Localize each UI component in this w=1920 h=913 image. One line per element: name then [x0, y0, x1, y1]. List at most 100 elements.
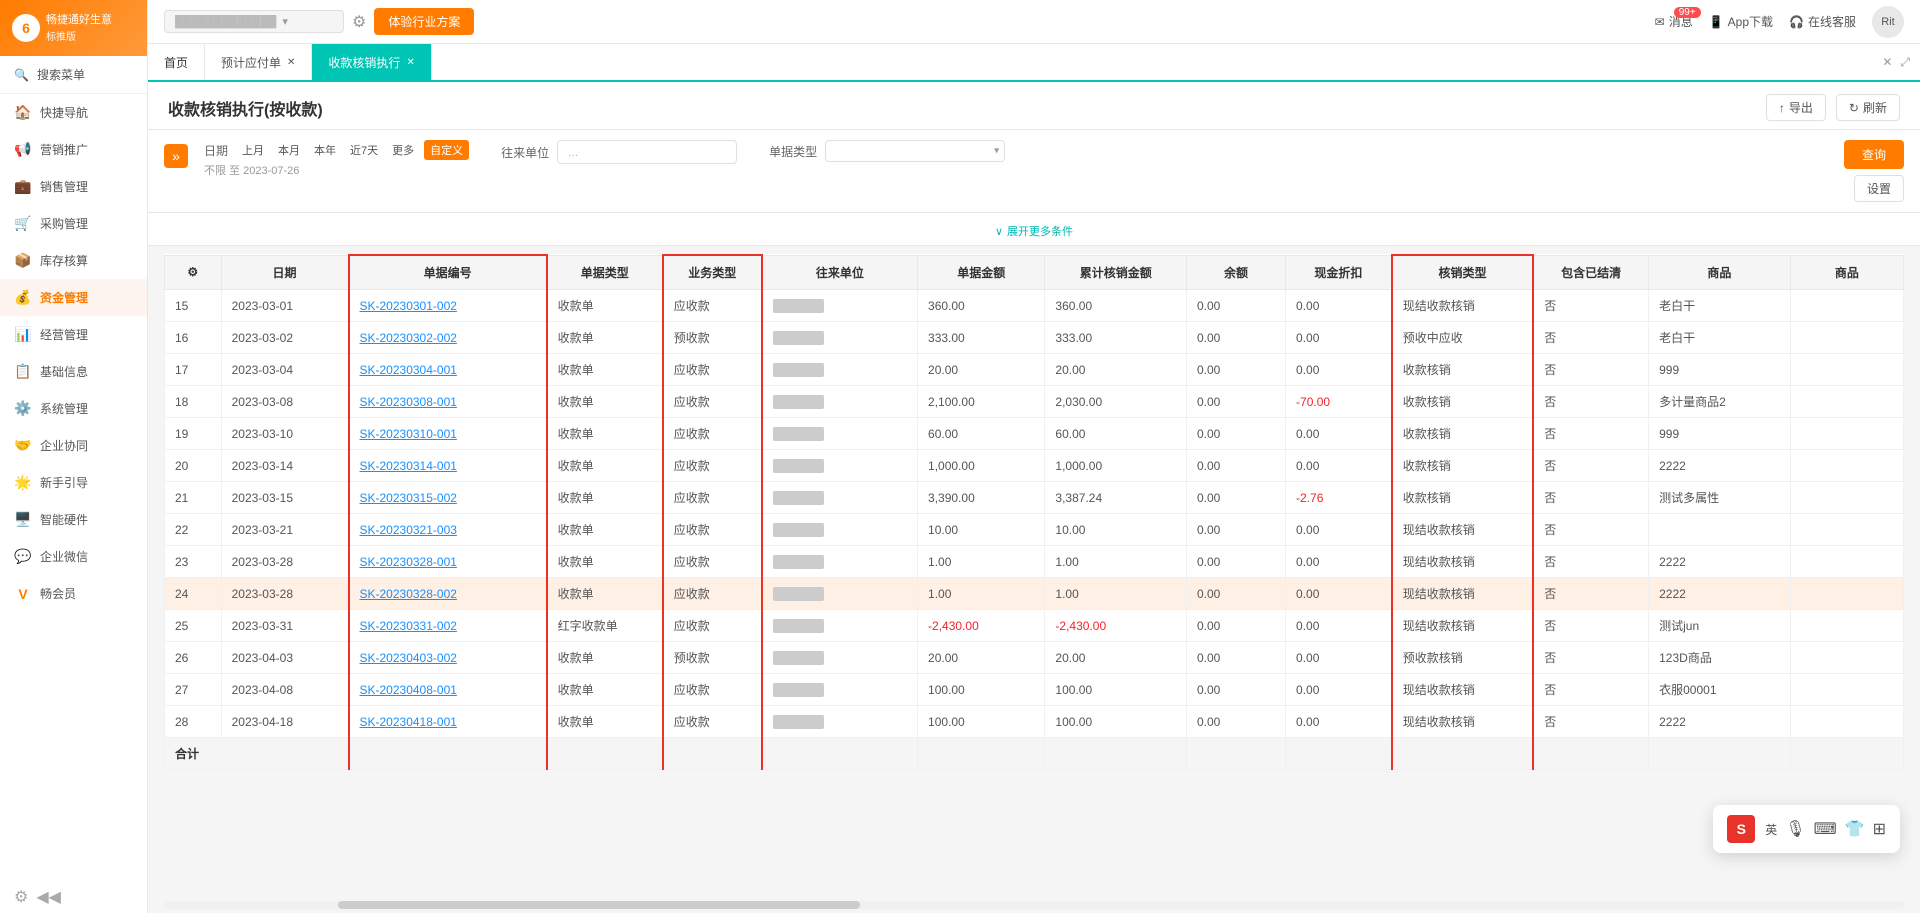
col-doc-no: 单据编号 [349, 255, 547, 290]
sidebar-item-vip[interactable]: V 畅会员 [0, 575, 147, 612]
doc-no-link[interactable]: SK-20230418-001 [360, 715, 457, 729]
sidebar-item-purchase[interactable]: 🛒 采购管理 [0, 205, 147, 242]
tool-grid-icon[interactable]: ⊞ [1873, 819, 1886, 839]
doc-no-link[interactable]: SK-20230302-002 [360, 331, 457, 345]
cell-doc-type: 收款单 [547, 546, 663, 578]
tab-close-icon[interactable]: ✕ [406, 57, 414, 68]
sidebar-search[interactable]: 🔍 搜索菜单 [0, 56, 147, 94]
cell-biz-type: 应收款 [663, 290, 762, 322]
cell-doc-no: SK-20230315-002 [349, 482, 547, 514]
filter-toggle-btn[interactable]: » [164, 144, 188, 168]
user-avatar[interactable]: Rit [1872, 6, 1904, 38]
date-this-year-btn[interactable]: 本年 [310, 140, 340, 160]
doctype-label: 单据类型 [769, 143, 817, 160]
sidebar-item-system[interactable]: ⚙️ 系统管理 [0, 390, 147, 427]
table-summary-row: 合计 [165, 738, 1904, 770]
chevron-down-icon: ▾ [282, 15, 288, 28]
export-btn[interactable]: ↑ 导出 [1766, 94, 1826, 121]
cell-include-settled: 否 [1533, 610, 1648, 642]
date-this-month-btn[interactable]: 本月 [274, 140, 304, 160]
cell-no: 17 [165, 354, 222, 386]
cell-cancel-type: 现结收款核销 [1392, 514, 1534, 546]
cell-doc-no: SK-20230314-001 [349, 450, 547, 482]
cell-goods2 [1790, 418, 1903, 450]
doc-no-link[interactable]: SK-20230408-001 [360, 683, 457, 697]
doc-no-link[interactable]: SK-20230403-002 [360, 651, 457, 665]
sidebar-item-finance[interactable]: 💰 资金管理 [0, 279, 147, 316]
summary-spacer [349, 738, 547, 770]
refresh-btn[interactable]: ↻ 刷新 [1836, 94, 1900, 121]
cell-goods2 [1790, 450, 1903, 482]
doc-no-link[interactable]: SK-20230328-002 [360, 587, 457, 601]
settings-btn[interactable]: 设置 [1854, 175, 1904, 202]
summary-spacer12 [1790, 738, 1903, 770]
date-7days-btn[interactable]: 近7天 [346, 140, 382, 160]
date-more-btn[interactable]: 更多 [388, 140, 418, 160]
doc-no-link[interactable]: SK-20230301-002 [360, 299, 457, 313]
gear-icon[interactable]: ⚙ [352, 12, 366, 32]
sales-icon: 💼 [14, 178, 32, 195]
tool-keyboard-icon[interactable]: ⌨ [1814, 819, 1837, 839]
expand-btn[interactable]: ∨ 展开更多条件 [995, 219, 1073, 239]
scrollbar-thumb[interactable] [338, 901, 860, 909]
expand-icon[interactable]: ⤢ [1900, 55, 1910, 70]
col-settings[interactable]: ⚙ [165, 255, 222, 290]
app-download-btn[interactable]: 📱 App下载 [1709, 13, 1773, 30]
summary-spacer9 [1392, 738, 1534, 770]
sidebar-item-wechat[interactable]: 💬 企业微信 [0, 538, 147, 575]
partner-input[interactable]: ... [557, 140, 737, 164]
sidebar-item-quick[interactable]: 🏠 快捷导航 [0, 94, 147, 131]
sidebar-item-operation[interactable]: 📊 经营管理 [0, 316, 147, 353]
cell-doc-no: SK-20230408-001 [349, 674, 547, 706]
doc-no-link[interactable]: SK-20230314-001 [360, 459, 457, 473]
doctype-select[interactable] [825, 140, 1005, 162]
sidebar-item-hardware[interactable]: 🖥️ 智能硬件 [0, 501, 147, 538]
tool-text-icon[interactable]: 英 [1765, 821, 1777, 838]
tab-receipt-cancel[interactable]: 收款核销执行 ✕ [312, 44, 431, 80]
cell-cancel-type: 收款核销 [1392, 450, 1534, 482]
cell-goods2 [1790, 546, 1903, 578]
h-scrollbar[interactable] [164, 901, 1904, 909]
date-prev-month-btn[interactable]: 上月 [238, 140, 268, 160]
settings-icon[interactable]: ⚙ [14, 887, 28, 907]
cell-goods2 [1790, 642, 1903, 674]
cell-date: 2023-04-18 [221, 706, 348, 738]
query-btn[interactable]: 查询 [1844, 140, 1904, 169]
collapse-icon[interactable]: ◀◀ [36, 887, 61, 907]
message-btn[interactable]: ✉ 消息 99+ [1655, 13, 1693, 30]
close-all-icon[interactable]: ✕ [1882, 55, 1892, 69]
tool-shirt-icon[interactable]: 👕 [1845, 819, 1865, 839]
tab-home[interactable]: 首页 [148, 44, 205, 80]
doc-no-link[interactable]: SK-20230310-001 [360, 427, 457, 441]
cell-balance: 0.00 [1186, 450, 1285, 482]
sidebar-item-enterprise[interactable]: 🤝 企业协同 [0, 427, 147, 464]
cell-cancel-type: 收款核销 [1392, 482, 1534, 514]
doc-no-link[interactable]: SK-20230328-001 [360, 555, 457, 569]
tab-close-icon[interactable]: ✕ [287, 57, 295, 68]
tool-mic-icon[interactable]: 🎙 [1785, 819, 1805, 839]
cell-partner: ██████ [762, 418, 918, 450]
cell-include-settled: 否 [1533, 546, 1648, 578]
sidebar-item-marketing[interactable]: 📢 营销推广 [0, 131, 147, 168]
cell-partner: ██████ [762, 642, 918, 674]
sidebar-item-inventory[interactable]: 📦 库存核算 [0, 242, 147, 279]
doc-no-link[interactable]: SK-20230308-001 [360, 395, 457, 409]
summary-spacer4 [762, 738, 918, 770]
date-custom-btn[interactable]: 自定义 [424, 140, 469, 160]
cell-amount: 20.00 [918, 354, 1045, 386]
col-partner: 往来单位 [762, 255, 918, 290]
address-bar[interactable]: █████████████ ▾ [164, 10, 344, 33]
online-service-btn[interactable]: 🎧 在线客服 [1789, 13, 1856, 30]
cell-biz-type: 应收款 [663, 514, 762, 546]
sidebar-item-label: 企业协同 [40, 437, 88, 454]
sidebar-item-basic[interactable]: 📋 基础信息 [0, 353, 147, 390]
sidebar-item-newbie[interactable]: 🌟 新手引导 [0, 464, 147, 501]
doc-no-link[interactable]: SK-20230321-003 [360, 523, 457, 537]
sidebar-item-sales[interactable]: 💼 销售管理 [0, 168, 147, 205]
doc-no-link[interactable]: SK-20230315-002 [360, 491, 457, 505]
cell-date: 2023-03-31 [221, 610, 348, 642]
industry-btn[interactable]: 体验行业方案 [374, 8, 474, 35]
doc-no-link[interactable]: SK-20230304-001 [360, 363, 457, 377]
doc-no-link[interactable]: SK-20230331-002 [360, 619, 457, 633]
tab-pre-receipt[interactable]: 预计应付单 ✕ [205, 44, 312, 80]
